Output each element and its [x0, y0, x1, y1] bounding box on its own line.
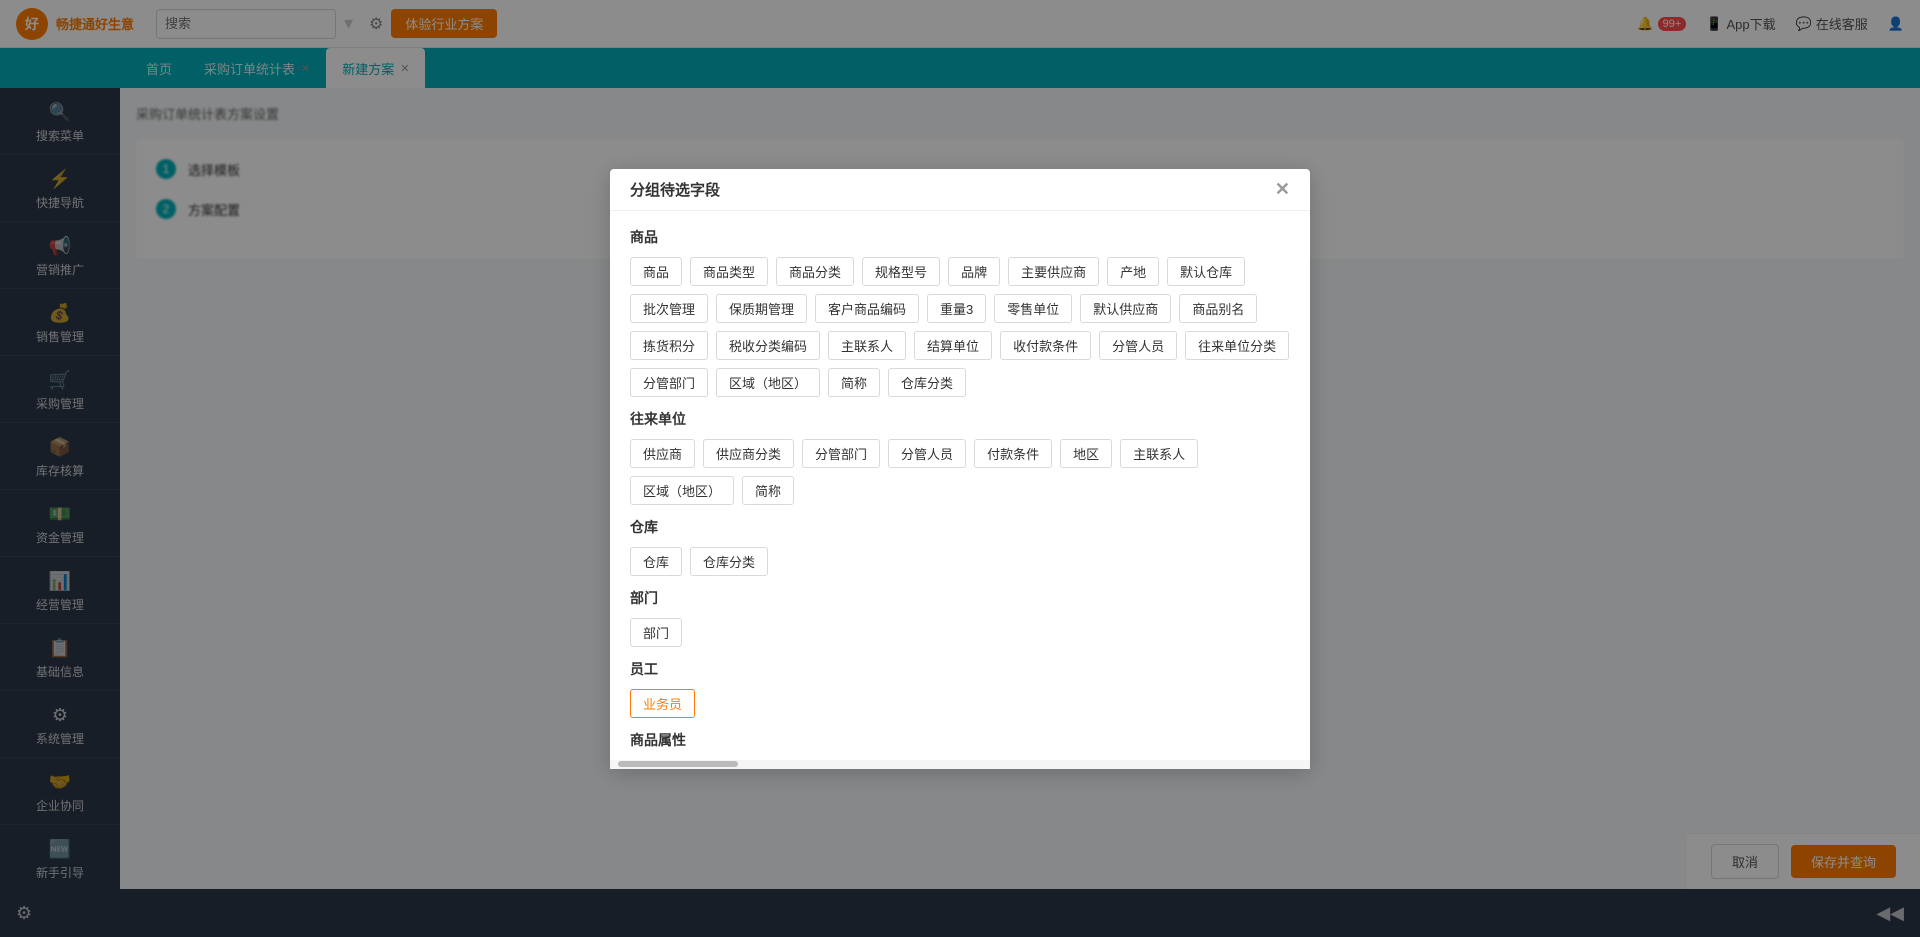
field-tag-0-4[interactable]: 品牌 — [948, 257, 1000, 286]
field-tag-3-0[interactable]: 部门 — [630, 618, 682, 647]
section-title-0: 商品 — [630, 227, 1290, 247]
field-tag-1-1[interactable]: 供应商分类 — [703, 439, 794, 468]
field-tag-0-17[interactable]: 主联系人 — [828, 331, 906, 360]
section-grid-0: 商品商品类型商品分类规格型号品牌主要供应商产地默认仓库批次管理保质期管理客户商品… — [630, 257, 1290, 397]
section-grid-4: 业务员 — [630, 689, 1290, 718]
field-tag-1-7[interactable]: 区域（地区） — [630, 476, 734, 505]
field-tag-0-16[interactable]: 税收分类编码 — [716, 331, 820, 360]
section-title-3: 部门 — [630, 588, 1290, 608]
section-grid-1: 供应商供应商分类分管部门分管人员付款条件地区主联系人区域（地区） 简称 — [630, 439, 1290, 505]
field-tag-0-0[interactable]: 商品 — [630, 257, 682, 286]
section-title-4: 员工 — [630, 659, 1290, 679]
field-tag-0-15[interactable]: 拣货积分 — [630, 331, 708, 360]
modal-overlay: 分组待选字段 ✕ 商品商品商品类型商品分类规格型号品牌主要供应商产地默认仓库批次… — [0, 0, 1920, 937]
field-tag-0-9[interactable]: 保质期管理 — [716, 294, 807, 323]
field-tag-0-24[interactable]: 简称 — [828, 368, 880, 397]
modal-body: 商品商品商品类型商品分类规格型号品牌主要供应商产地默认仓库批次管理保质期管理客户… — [610, 211, 1310, 760]
field-tag-1-0[interactable]: 供应商 — [630, 439, 695, 468]
field-tag-1-5[interactable]: 地区 — [1060, 439, 1112, 468]
field-tag-0-6[interactable]: 产地 — [1107, 257, 1159, 286]
field-tag-1-4[interactable]: 付款条件 — [974, 439, 1052, 468]
field-tag-0-8[interactable]: 批次管理 — [630, 294, 708, 323]
field-tag-0-18[interactable]: 结算单位 — [914, 331, 992, 360]
field-tag-0-7[interactable]: 默认仓库 — [1167, 257, 1245, 286]
field-tag-1-2[interactable]: 分管部门 — [802, 439, 880, 468]
modal-header: 分组待选字段 ✕ — [610, 169, 1310, 212]
field-tag-0-3[interactable]: 规格型号 — [862, 257, 940, 286]
field-tag-0-13[interactable]: 默认供应商 — [1080, 294, 1171, 323]
field-tag-0-21[interactable]: 往来单位分类 — [1185, 331, 1289, 360]
field-tag-0-25[interactable]: 仓库分类 — [888, 368, 966, 397]
field-tag-0-23[interactable]: 区域（地区） — [716, 368, 820, 397]
field-tag-0-19[interactable]: 收付款条件 — [1000, 331, 1091, 360]
field-tag-0-12[interactable]: 零售单位 — [994, 294, 1072, 323]
field-tag-0-10[interactable]: 客户商品编码 — [815, 294, 919, 323]
field-tag-1-6[interactable]: 主联系人 — [1120, 439, 1198, 468]
section-title-5: 商品属性 — [630, 730, 1290, 750]
modal-hscroll-thumb[interactable] — [618, 761, 738, 767]
section-grid-3: 部门 — [630, 618, 1290, 647]
field-tag-0-2[interactable]: 商品分类 — [776, 257, 854, 286]
field-tag-0-11[interactable]: 重量3 — [927, 294, 986, 323]
field-tag-2-0[interactable]: 仓库 — [630, 547, 682, 576]
section-grid-2: 仓库仓库分类 — [630, 547, 1290, 576]
section-title-2: 仓库 — [630, 517, 1290, 537]
modal-horizontal-scrollbar[interactable] — [610, 760, 1310, 769]
field-tag-0-1[interactable]: 商品类型 — [690, 257, 768, 286]
modal-dialog: 分组待选字段 ✕ 商品商品商品类型商品分类规格型号品牌主要供应商产地默认仓库批次… — [610, 169, 1310, 769]
modal-title: 分组待选字段 — [630, 179, 720, 200]
modal-close-button[interactable]: ✕ — [1275, 179, 1290, 200]
field-tag-1-8[interactable]: 简称 — [742, 476, 794, 505]
field-tag-0-22[interactable]: 分管部门 — [630, 368, 708, 397]
field-tag-0-20[interactable]: 分管人员 — [1099, 331, 1177, 360]
field-tag-0-14[interactable]: 商品别名 — [1179, 294, 1257, 323]
field-tag-1-3[interactable]: 分管人员 — [888, 439, 966, 468]
field-tag-0-5[interactable]: 主要供应商 — [1008, 257, 1099, 286]
field-tag-4-0[interactable]: 业务员 — [630, 689, 695, 718]
field-tag-2-1[interactable]: 仓库分类 — [690, 547, 768, 576]
section-title-1: 往来单位 — [630, 409, 1290, 429]
